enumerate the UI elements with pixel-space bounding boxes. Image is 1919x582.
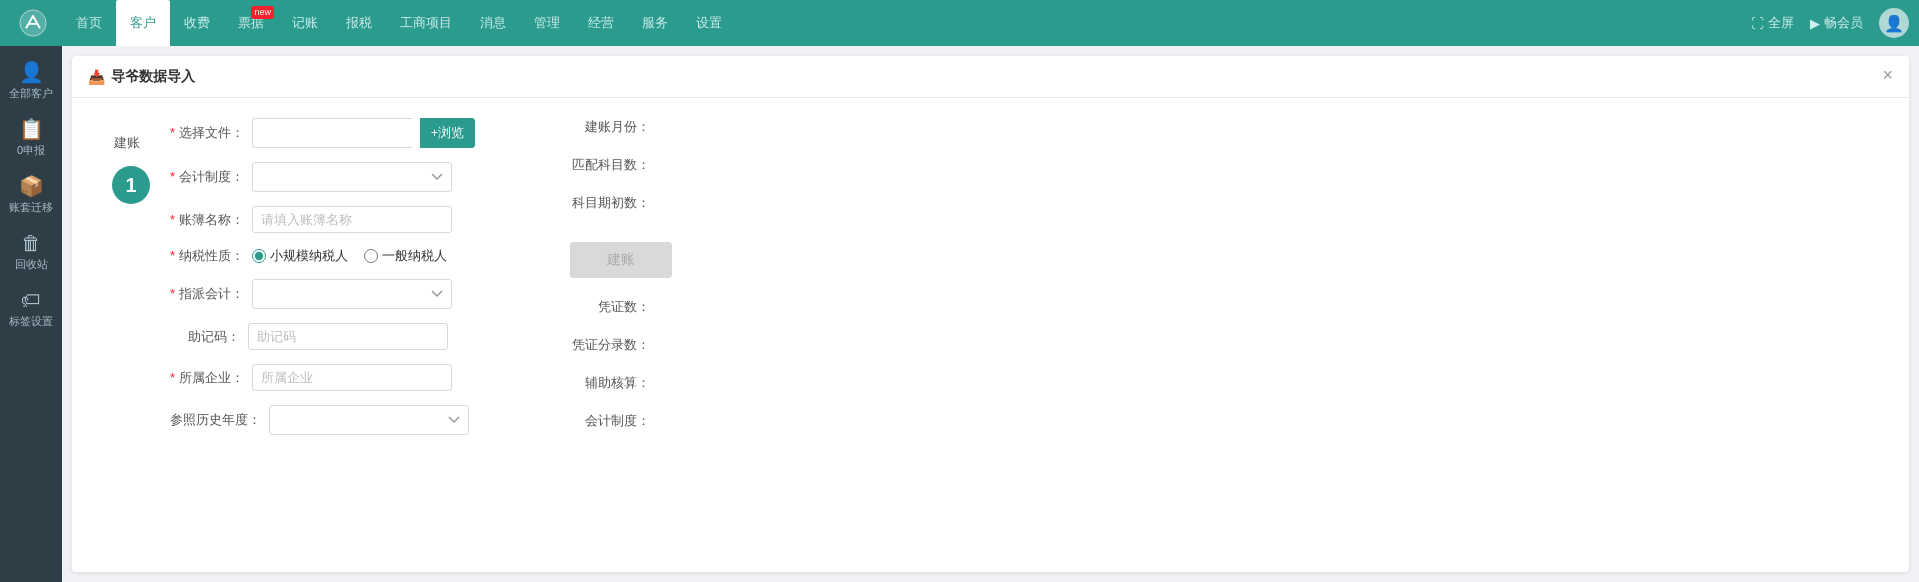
person-icon: 👤 bbox=[19, 62, 44, 82]
dialog-panel: 📥 导爷数据导入 × 建账 1 * 选择 bbox=[72, 56, 1909, 572]
voucher-entries-label: 凭证分录数： bbox=[570, 336, 650, 354]
voucher-count-row: 凭证数： bbox=[570, 298, 810, 316]
user-avatar[interactable]: 👤 bbox=[1879, 8, 1909, 38]
general-taxpayer-option[interactable]: 一般纳税人 bbox=[364, 247, 447, 265]
ledger-name-label: * 账簿名称： bbox=[170, 211, 244, 229]
accounting-system-label: * 会计制度： bbox=[170, 168, 244, 186]
voucher-entries-row: 凭证分录数： bbox=[570, 336, 810, 354]
create-month-row: 建账月份： bbox=[570, 118, 810, 136]
nav-finance[interactable]: 经营 bbox=[574, 0, 628, 46]
sidebar-item-all-customers[interactable]: 👤 全部客户 bbox=[3, 54, 59, 107]
assign-accountant-row: * 指派会计： bbox=[170, 279, 510, 309]
sidebar-item-tag-settings[interactable]: 🏷 标签设置 bbox=[3, 282, 59, 335]
nav-service[interactable]: 服务 bbox=[628, 0, 682, 46]
nav-settings[interactable]: 设置 bbox=[682, 0, 736, 46]
sidebar-item-recycle[interactable]: 🗑 回收站 bbox=[3, 225, 59, 278]
sidebar-item-declaration[interactable]: 📋 0申报 bbox=[3, 111, 59, 164]
close-button[interactable]: × bbox=[1882, 66, 1893, 84]
ref-year-label: 参照历史年度： bbox=[170, 411, 261, 429]
small-taxpayer-option[interactable]: 小规模纳税人 bbox=[252, 247, 348, 265]
assign-accountant-select[interactable] bbox=[252, 279, 452, 309]
memo-code-input[interactable] bbox=[248, 323, 448, 350]
voucher-count-label: 凭证数： bbox=[570, 298, 650, 316]
nav-customer[interactable]: 客户 bbox=[116, 0, 170, 46]
company-input[interactable] bbox=[252, 364, 452, 391]
dialog-header: 📥 导爷数据导入 bbox=[72, 56, 1909, 98]
left-sidebar: 👤 全部客户 📋 0申报 📦 账套迁移 🗑 回收站 🏷 标签设置 bbox=[0, 46, 62, 582]
small-taxpayer-radio[interactable] bbox=[252, 249, 266, 263]
accounting-system-row: * 会计制度： bbox=[170, 162, 510, 192]
nav-project[interactable]: 工商项目 bbox=[386, 0, 466, 46]
form-right-section: 建账月份： 匹配科目数： 科目期初数： 建账 凭证数： bbox=[570, 118, 810, 450]
nav-tax[interactable]: 报税 bbox=[332, 0, 386, 46]
memo-code-label: 助记码： bbox=[170, 328, 240, 346]
general-taxpayer-radio[interactable] bbox=[364, 249, 378, 263]
company-row: * 所属企业： bbox=[170, 364, 510, 391]
nav-invoice[interactable]: 票据 new bbox=[224, 0, 278, 46]
browse-button[interactable]: +浏览 bbox=[420, 118, 476, 148]
company-label: * 所属企业： bbox=[170, 369, 244, 387]
aux-accounting-label: 辅助核算： bbox=[570, 374, 650, 392]
assign-accountant-label: * 指派会计： bbox=[170, 285, 244, 303]
app-logo[interactable] bbox=[10, 0, 56, 46]
top-navigation: 首页 客户 收费 票据 new 记账 报税 工商项目 消息 管理 经营 服务 设… bbox=[0, 0, 1919, 46]
tax-type-row: * 纳税性质： 小规模纳税人 一般纳税人 bbox=[170, 247, 510, 265]
subjects-init-label: 科目期初数： bbox=[570, 194, 650, 212]
form-left-section: 建账 1 * 选择文件： +浏览 bbox=[112, 118, 510, 450]
memo-code-row: 助记码： bbox=[170, 323, 510, 350]
nav-message[interactable]: 消息 bbox=[466, 0, 520, 46]
ref-year-select[interactable] bbox=[269, 405, 469, 435]
accounting-system-select[interactable] bbox=[252, 162, 452, 192]
migrate-icon: 📦 bbox=[19, 176, 44, 196]
ref-year-row: 参照历史年度： bbox=[170, 405, 510, 435]
match-subjects-label: 匹配科目数： bbox=[570, 156, 650, 174]
nav-fee[interactable]: 收费 bbox=[170, 0, 224, 46]
create-month-label: 建账月份： bbox=[570, 118, 650, 136]
file-row: * 选择文件： +浏览 bbox=[170, 118, 510, 148]
nav-manage[interactable]: 管理 bbox=[520, 0, 574, 46]
sidebar-item-account-migrate[interactable]: 📦 账套迁移 bbox=[3, 168, 59, 221]
file-input[interactable] bbox=[252, 118, 412, 148]
file-label: * 选择文件： bbox=[170, 124, 244, 142]
nav-ledger[interactable]: 记账 bbox=[278, 0, 332, 46]
declaration-icon: 📋 bbox=[19, 119, 44, 139]
trash-icon: 🗑 bbox=[21, 233, 41, 253]
tax-type-label: * 纳税性质： bbox=[170, 247, 244, 265]
create-account-button[interactable]: 建账 bbox=[570, 242, 672, 278]
tag-icon: 🏷 bbox=[21, 290, 41, 310]
nav-right-section: ⛶ 全屏 ▶ 畅会员 👤 bbox=[1751, 8, 1909, 38]
form-container: 建账 1 * 选择文件： +浏览 bbox=[72, 98, 1909, 470]
tax-type-radio-group: 小规模纳税人 一般纳税人 bbox=[252, 247, 447, 265]
aux-accounting-row: 辅助核算： bbox=[570, 374, 810, 392]
subjects-init-row: 科目期初数： bbox=[570, 194, 810, 212]
step-circle: 1 bbox=[112, 166, 150, 204]
dialog-title: 导爷数据导入 bbox=[111, 68, 195, 86]
info-accounting-system-label: 会计制度： bbox=[570, 412, 650, 430]
step-label: 建账 bbox=[114, 134, 140, 152]
fullscreen-btn[interactable]: ⛶ 全屏 bbox=[1751, 14, 1794, 32]
match-subjects-row: 匹配科目数： bbox=[570, 156, 810, 174]
vip-btn[interactable]: ▶ 畅会员 bbox=[1810, 14, 1863, 32]
main-content: 📥 导爷数据导入 × 建账 1 * 选择 bbox=[62, 46, 1919, 582]
nav-home[interactable]: 首页 bbox=[62, 0, 116, 46]
ledger-name-row: * 账簿名称： bbox=[170, 206, 510, 233]
form-fields: * 选择文件： +浏览 * 会计制度： bbox=[170, 118, 510, 435]
invoice-new-badge: new bbox=[251, 6, 274, 19]
ledger-name-input[interactable] bbox=[252, 206, 452, 233]
import-icon: 📥 bbox=[88, 69, 105, 85]
info-accounting-system-row: 会计制度： bbox=[570, 412, 810, 430]
